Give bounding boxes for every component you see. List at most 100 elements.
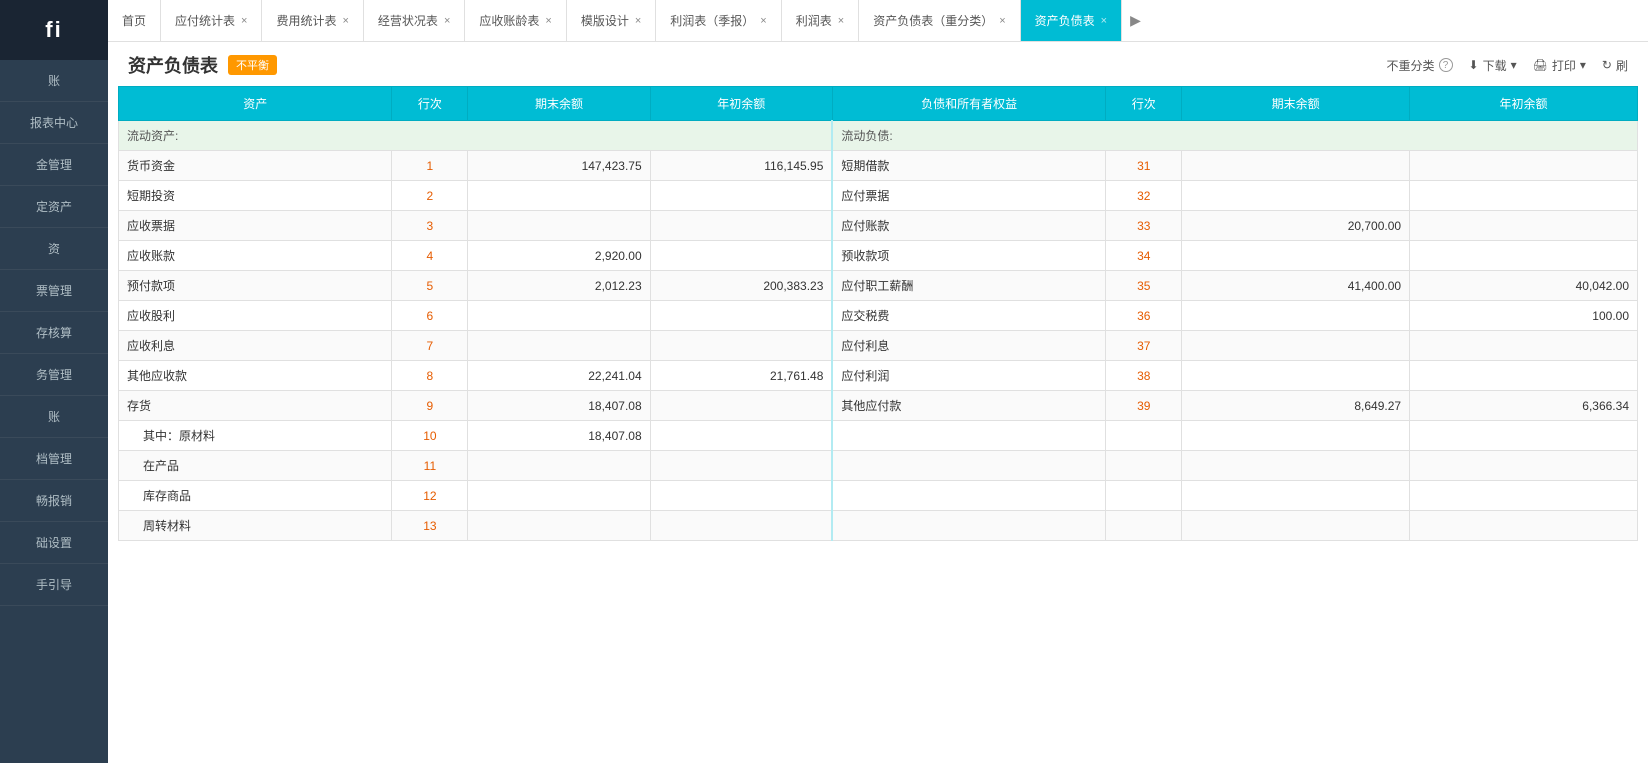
- tab-balance-reclassify[interactable]: 资产负债表（重分类） ×: [859, 0, 1020, 42]
- balance-sheet-table: 资产 行次 期末余额 年初余额 负债和所有者权益 行次 期末余额 年初余额 流动…: [118, 86, 1638, 541]
- no-reclassify-toggle[interactable]: 不重分类 ?: [1387, 57, 1453, 74]
- left-item-name: 应收利息: [119, 331, 392, 361]
- section-right-label: 流动负债:: [832, 121, 1637, 151]
- main-content: 首页 应付统计表 × 费用统计表 × 经营状况表 × 应收账龄表 × 模版设计 …: [108, 0, 1648, 763]
- right-end-balance: [1182, 151, 1410, 181]
- tab-profit[interactable]: 利润表 ×: [782, 0, 859, 42]
- table-wrapper: 资产 行次 期末余额 年初余额 负债和所有者权益 行次 期末余额 年初余额 流动…: [108, 86, 1648, 763]
- tab-payable-stats[interactable]: 应付统计表 ×: [161, 0, 262, 42]
- tab-home[interactable]: 首页: [108, 0, 161, 42]
- close-tab-expense-stats[interactable]: ×: [342, 15, 348, 27]
- sidebar-item-fund-mgmt[interactable]: 金管理: [0, 144, 108, 186]
- close-tab-payable-stats[interactable]: ×: [241, 15, 247, 27]
- right-row-num: [1106, 481, 1182, 511]
- left-item-name: 预付款项: [119, 271, 392, 301]
- sidebar-item-ticket-mgmt[interactable]: 票管理: [0, 270, 108, 312]
- right-row-num: 35: [1106, 271, 1182, 301]
- col-header-begin-balance: 年初余额: [650, 87, 832, 121]
- refresh-button[interactable]: ↻ 刷: [1602, 57, 1628, 74]
- left-item-name: 库存商品: [119, 481, 392, 511]
- right-end-balance: [1182, 181, 1410, 211]
- download-button[interactable]: ⬇ 下载 ▾: [1469, 57, 1517, 74]
- left-row-num: 6: [392, 301, 468, 331]
- right-begin-balance: [1410, 421, 1638, 451]
- left-begin-balance: [650, 421, 832, 451]
- left-item-name: 货币资金: [119, 151, 392, 181]
- left-begin-balance: [650, 301, 832, 331]
- col-header-row-num: 行次: [392, 87, 468, 121]
- right-item-name: [832, 481, 1105, 511]
- close-tab-receivable-aging[interactable]: ×: [545, 15, 551, 27]
- right-begin-balance: [1410, 241, 1638, 271]
- right-begin-balance: [1410, 511, 1638, 541]
- right-begin-balance: [1410, 211, 1638, 241]
- no-reclassify-label: 不重分类: [1387, 57, 1435, 74]
- sidebar-item-fixed-assets[interactable]: 定资产: [0, 186, 108, 228]
- sidebar-item-capital[interactable]: 资: [0, 228, 108, 270]
- tab-balance-sheet[interactable]: 资产负债表 ×: [1021, 0, 1122, 42]
- right-item-name: [832, 421, 1105, 451]
- right-end-balance: [1182, 481, 1410, 511]
- close-tab-balance-sheet[interactable]: ×: [1101, 15, 1107, 27]
- left-row-num: 13: [392, 511, 468, 541]
- close-tab-profit[interactable]: ×: [838, 15, 844, 27]
- sidebar-item-archive-mgmt[interactable]: 档管理: [0, 438, 108, 480]
- page-title-row: 资产负债表 不平衡: [128, 52, 277, 78]
- right-item-name: 应交税费: [832, 301, 1105, 331]
- refresh-icon: ↻: [1602, 58, 1612, 72]
- close-tab-template-design[interactable]: ×: [635, 15, 641, 27]
- tab-profit-quarterly[interactable]: 利润表（季报） ×: [656, 0, 781, 42]
- sidebar-item-account[interactable]: 账: [0, 60, 108, 102]
- left-row-num: 9: [392, 391, 468, 421]
- sidebar-logo: fi: [0, 0, 108, 60]
- left-row-num: 3: [392, 211, 468, 241]
- sidebar-item-inventory[interactable]: 存核算: [0, 312, 108, 354]
- left-row-num: 12: [392, 481, 468, 511]
- print-button[interactable]: 🖨 打印 ▾: [1533, 57, 1586, 74]
- close-tab-balance-reclassify[interactable]: ×: [999, 15, 1005, 27]
- print-icon: 🖨: [1533, 58, 1548, 72]
- left-item-name: 其他应收款: [119, 361, 392, 391]
- right-begin-balance: [1410, 451, 1638, 481]
- right-begin-balance: [1410, 481, 1638, 511]
- sidebar: fi 账 报表中心 金管理 定资产 资 票管理 存核算 务管理 账 档管理 畅报…: [0, 0, 108, 763]
- col-header-end-balance: 期末余额: [468, 87, 650, 121]
- badge-unbalanced: 不平衡: [228, 55, 277, 75]
- left-item-name: 应收票据: [119, 211, 392, 241]
- sidebar-item-report-center[interactable]: 报表中心: [0, 102, 108, 144]
- right-end-balance: [1182, 361, 1410, 391]
- help-icon[interactable]: ?: [1439, 58, 1453, 72]
- left-end-balance: 18,407.08: [468, 391, 650, 421]
- sidebar-item-guide[interactable]: 手引导: [0, 564, 108, 606]
- left-end-balance: [468, 211, 650, 241]
- right-row-num: 37: [1106, 331, 1182, 361]
- tab-scroll-right[interactable]: ▶: [1122, 12, 1149, 29]
- right-row-num: 33: [1106, 211, 1182, 241]
- right-row-num: [1106, 511, 1182, 541]
- right-begin-balance: [1410, 151, 1638, 181]
- left-row-num: 7: [392, 331, 468, 361]
- sidebar-item-tax-mgmt[interactable]: 务管理: [0, 354, 108, 396]
- left-begin-balance: [650, 511, 832, 541]
- right-item-name: 短期借款: [832, 151, 1105, 181]
- tab-operation-status[interactable]: 经营状况表 ×: [364, 0, 465, 42]
- page-actions: 不重分类 ? ⬇ 下载 ▾ 🖨 打印 ▾ ↻ 刷: [1387, 57, 1628, 74]
- close-tab-operation-status[interactable]: ×: [444, 15, 450, 27]
- left-begin-balance: 21,761.48: [650, 361, 832, 391]
- close-tab-profit-quarterly[interactable]: ×: [760, 15, 766, 27]
- left-row-num: 5: [392, 271, 468, 301]
- right-end-balance: [1182, 301, 1410, 331]
- sidebar-item-settings[interactable]: 础设置: [0, 522, 108, 564]
- right-begin-balance: [1410, 181, 1638, 211]
- right-item-name: [832, 511, 1105, 541]
- tab-template-design[interactable]: 模版设计 ×: [567, 0, 656, 42]
- sidebar-item-expense-report[interactable]: 畅报销: [0, 480, 108, 522]
- left-row-num: 4: [392, 241, 468, 271]
- tab-receivable-aging[interactable]: 应收账龄表 ×: [465, 0, 566, 42]
- left-end-balance: 18,407.08: [468, 421, 650, 451]
- col-header-begin-balance2: 年初余额: [1410, 87, 1638, 121]
- refresh-label: 刷: [1616, 57, 1628, 74]
- download-label: 下载: [1483, 57, 1507, 74]
- tab-expense-stats[interactable]: 费用统计表 ×: [262, 0, 363, 42]
- sidebar-item-ledger[interactable]: 账: [0, 396, 108, 438]
